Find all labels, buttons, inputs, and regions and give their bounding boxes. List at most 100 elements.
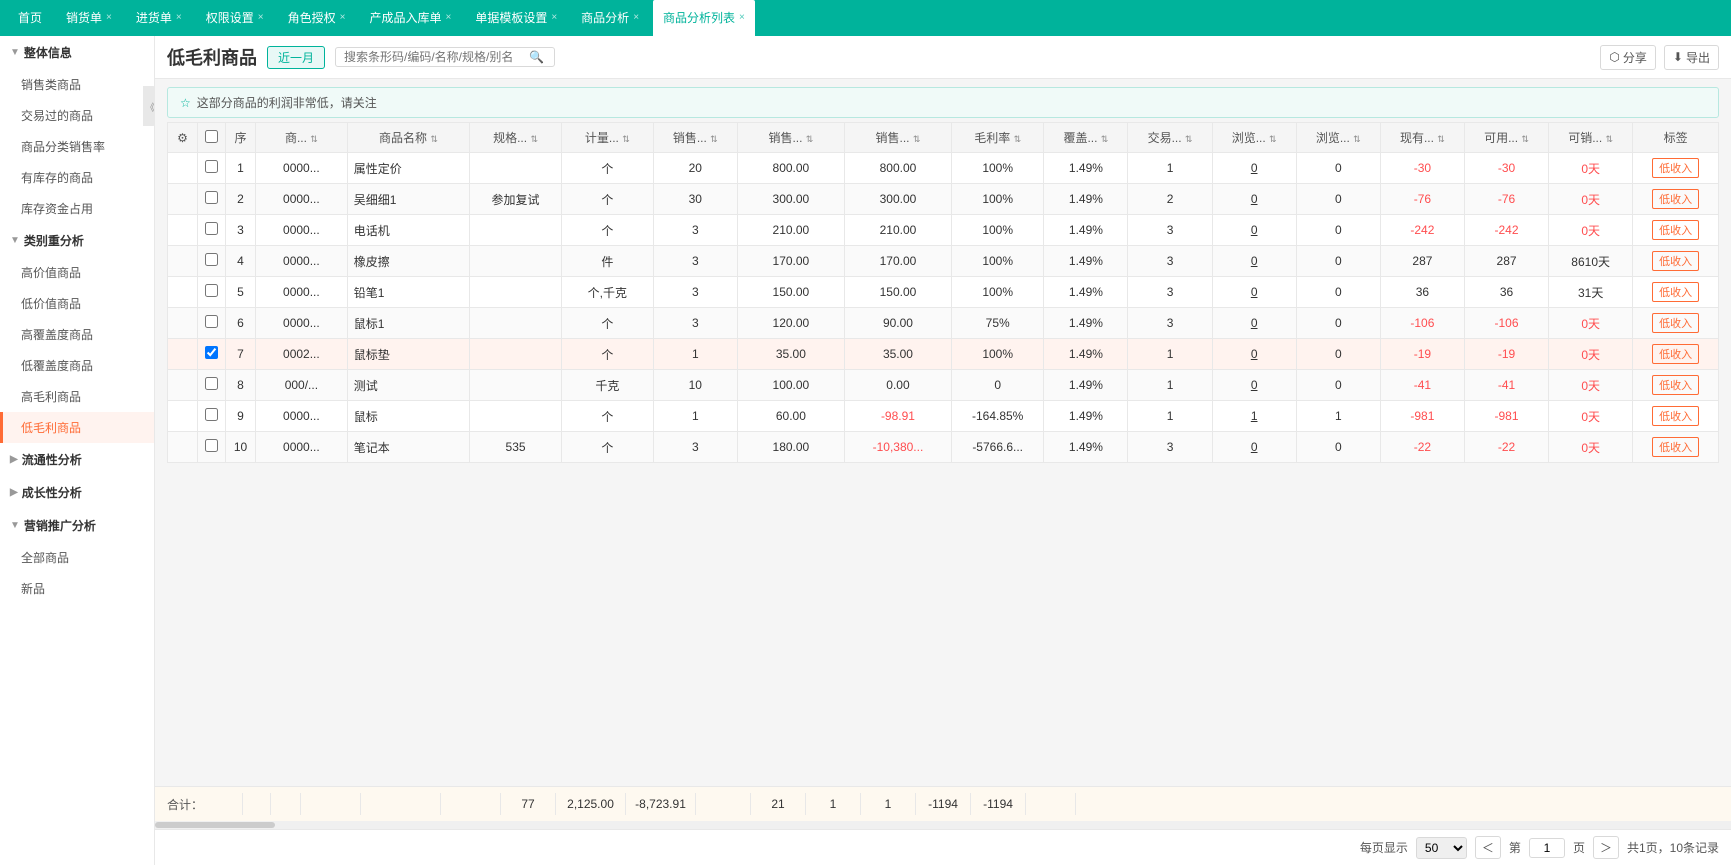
th-stock[interactable]: 现有... ⇅	[1380, 123, 1464, 153]
cell-checkbox[interactable]	[198, 401, 226, 432]
sidebar-item-traded-goods[interactable]: 交易过的商品	[0, 100, 154, 131]
search-icon[interactable]: 🔍	[529, 50, 544, 64]
nav-item-template[interactable]: 单据模板设置 ×	[465, 0, 567, 36]
cell-checkbox[interactable]	[198, 153, 226, 184]
cell-browse1[interactable]: 0	[1212, 153, 1296, 184]
sidebar-item-high-margin[interactable]: 高毛利商品	[0, 381, 154, 412]
th-sales1[interactable]: 销售... ⇅	[653, 123, 737, 153]
cell-checkbox[interactable]	[198, 277, 226, 308]
cell-checkbox[interactable]	[198, 246, 226, 277]
nav-close-products-in[interactable]: ×	[445, 0, 451, 36]
th-settings[interactable]: ⚙	[168, 123, 198, 153]
sidebar-section-category[interactable]: ▼ 类别重分析	[0, 224, 154, 257]
cell-checkbox[interactable]	[198, 184, 226, 215]
sidebar-section-growth[interactable]: ▶ 成长性分析	[0, 476, 154, 509]
horizontal-scrollbar[interactable]	[155, 821, 1731, 829]
sidebar-item-all-goods[interactable]: 全部商品	[0, 542, 154, 573]
sidebar-item-low-value[interactable]: 低价值商品	[0, 288, 154, 319]
sidebar-section-overall[interactable]: ▼ 整体信息	[0, 36, 154, 69]
th-unit[interactable]: 计量... ⇅	[561, 123, 653, 153]
share-button[interactable]: ⬡ 分享	[1600, 45, 1656, 70]
cell-settings[interactable]	[168, 370, 198, 401]
sidebar-item-in-stock[interactable]: 有库存的商品	[0, 162, 154, 193]
export-button[interactable]: ⬇ 导出	[1664, 45, 1719, 70]
cell-browse1[interactable]: 0	[1212, 184, 1296, 215]
cell-browse1[interactable]: 0	[1212, 370, 1296, 401]
sidebar-item-low-margin[interactable]: 低毛利商品	[0, 412, 154, 443]
th-browse1[interactable]: 浏览... ⇅	[1212, 123, 1296, 153]
nav-close-goods-analysis[interactable]: ×	[633, 0, 639, 36]
cell-checkbox[interactable]	[198, 215, 226, 246]
sidebar-item-high-value[interactable]: 高价值商品	[0, 257, 154, 288]
th-margin[interactable]: 毛利率 ⇅	[952, 123, 1044, 153]
sidebar-section-circulation[interactable]: ▶ 流通性分析	[0, 443, 154, 476]
th-name[interactable]: 商品名称 ⇅	[347, 123, 469, 153]
page-number-input[interactable]	[1529, 838, 1565, 858]
th-browse2[interactable]: 浏览... ⇅	[1296, 123, 1380, 153]
th-available[interactable]: 可用... ⇅	[1464, 123, 1548, 153]
th-coverage[interactable]: 覆盖... ⇅	[1044, 123, 1128, 153]
nav-close-goods-analysis-list[interactable]: ×	[739, 0, 745, 36]
cell-settings[interactable]	[168, 308, 198, 339]
filter-recent-month-button[interactable]: 近一月	[267, 46, 325, 69]
nav-item-goods-analysis-list[interactable]: 商品分析列表 ×	[653, 0, 755, 36]
cell-browse1[interactable]: 0	[1212, 215, 1296, 246]
cell-browse1[interactable]: 0	[1212, 277, 1296, 308]
nav-close-roles[interactable]: ×	[340, 0, 346, 36]
nav-close-sales[interactable]: ×	[106, 0, 112, 36]
cell-settings[interactable]	[168, 277, 198, 308]
per-page-select[interactable]: 50 100 200	[1416, 837, 1467, 859]
nav-item-sales[interactable]: 销货单 ×	[56, 0, 122, 36]
cell-checkbox[interactable]	[198, 432, 226, 463]
sidebar-item-category-rate[interactable]: 商品分类销售率	[0, 131, 154, 162]
th-code[interactable]: 商... ⇅	[256, 123, 348, 153]
cell-browse1[interactable]: 0	[1212, 308, 1296, 339]
sidebar-item-stock-value[interactable]: 库存资金占用	[0, 193, 154, 224]
th-saleable[interactable]: 可销... ⇅	[1549, 123, 1633, 153]
nav-close-permissions[interactable]: ×	[258, 0, 264, 36]
th-trade[interactable]: 交易... ⇅	[1128, 123, 1212, 153]
cell-settings[interactable]	[168, 246, 198, 277]
cell-settings[interactable]	[168, 339, 198, 370]
select-all-checkbox[interactable]	[205, 130, 218, 143]
nav-item-permissions[interactable]: 权限设置 ×	[196, 0, 274, 36]
table-container[interactable]: ⚙ 序 商... ⇅ 商品名称 ⇅ 规格... ⇅ 计量... ⇅ 销售... …	[167, 122, 1719, 786]
sidebar-section-marketing[interactable]: ▼ 营销推广分析	[0, 509, 154, 542]
cell-browse1[interactable]: 0	[1212, 339, 1296, 370]
th-sales3[interactable]: 销售... ⇅	[844, 123, 951, 153]
nav-close-purchase[interactable]: ×	[176, 0, 182, 36]
cell-settings[interactable]	[168, 153, 198, 184]
search-input[interactable]	[344, 50, 524, 64]
th-sales2[interactable]: 销售... ⇅	[737, 123, 844, 153]
scrollbar-thumb[interactable]	[155, 822, 275, 828]
nav-item-products-in[interactable]: 产成品入库单 ×	[359, 0, 461, 36]
cell-settings[interactable]	[168, 184, 198, 215]
sidebar-item-low-coverage[interactable]: 低覆盖度商品	[0, 350, 154, 381]
sidebar-item-sales-goods[interactable]: 销售类商品	[0, 69, 154, 100]
cell-browse1[interactable]: 0	[1212, 432, 1296, 463]
sidebar-item-new-goods[interactable]: 新品	[0, 573, 154, 604]
cell-checkbox[interactable]	[198, 308, 226, 339]
nav-item-roles[interactable]: 角色授权 ×	[278, 0, 356, 36]
next-page-button[interactable]: ＞	[1593, 836, 1619, 859]
nav-item-home[interactable]: 首页	[8, 0, 52, 36]
cell-available: -242	[1464, 215, 1548, 246]
sidebar-collapse-button[interactable]: 《	[143, 86, 155, 126]
cell-checkbox[interactable]	[198, 339, 226, 370]
cell-browse1[interactable]: 1	[1212, 401, 1296, 432]
cell-settings[interactable]	[168, 401, 198, 432]
th-spec[interactable]: 规格... ⇅	[470, 123, 562, 153]
prev-page-button[interactable]: ＜	[1475, 836, 1501, 859]
nav-item-goods-analysis[interactable]: 商品分析 ×	[571, 0, 649, 36]
cell-sales1: 30	[653, 184, 737, 215]
th-checkbox[interactable]	[198, 123, 226, 153]
cell-checkbox[interactable]	[198, 370, 226, 401]
nav-close-template[interactable]: ×	[551, 0, 557, 36]
cell-settings[interactable]	[168, 215, 198, 246]
cell-browse1[interactable]: 0	[1212, 246, 1296, 277]
cell-settings[interactable]	[168, 432, 198, 463]
notice-bar: ☆ 这部分商品的利润非常低，请关注	[167, 87, 1719, 118]
nav-item-purchase[interactable]: 进货单 ×	[126, 0, 192, 36]
sidebar-section-category-items: 高价值商品 低价值商品 高覆盖度商品 低覆盖度商品 高毛利商品 低毛利商品	[0, 257, 154, 443]
sidebar-item-high-coverage[interactable]: 高覆盖度商品	[0, 319, 154, 350]
